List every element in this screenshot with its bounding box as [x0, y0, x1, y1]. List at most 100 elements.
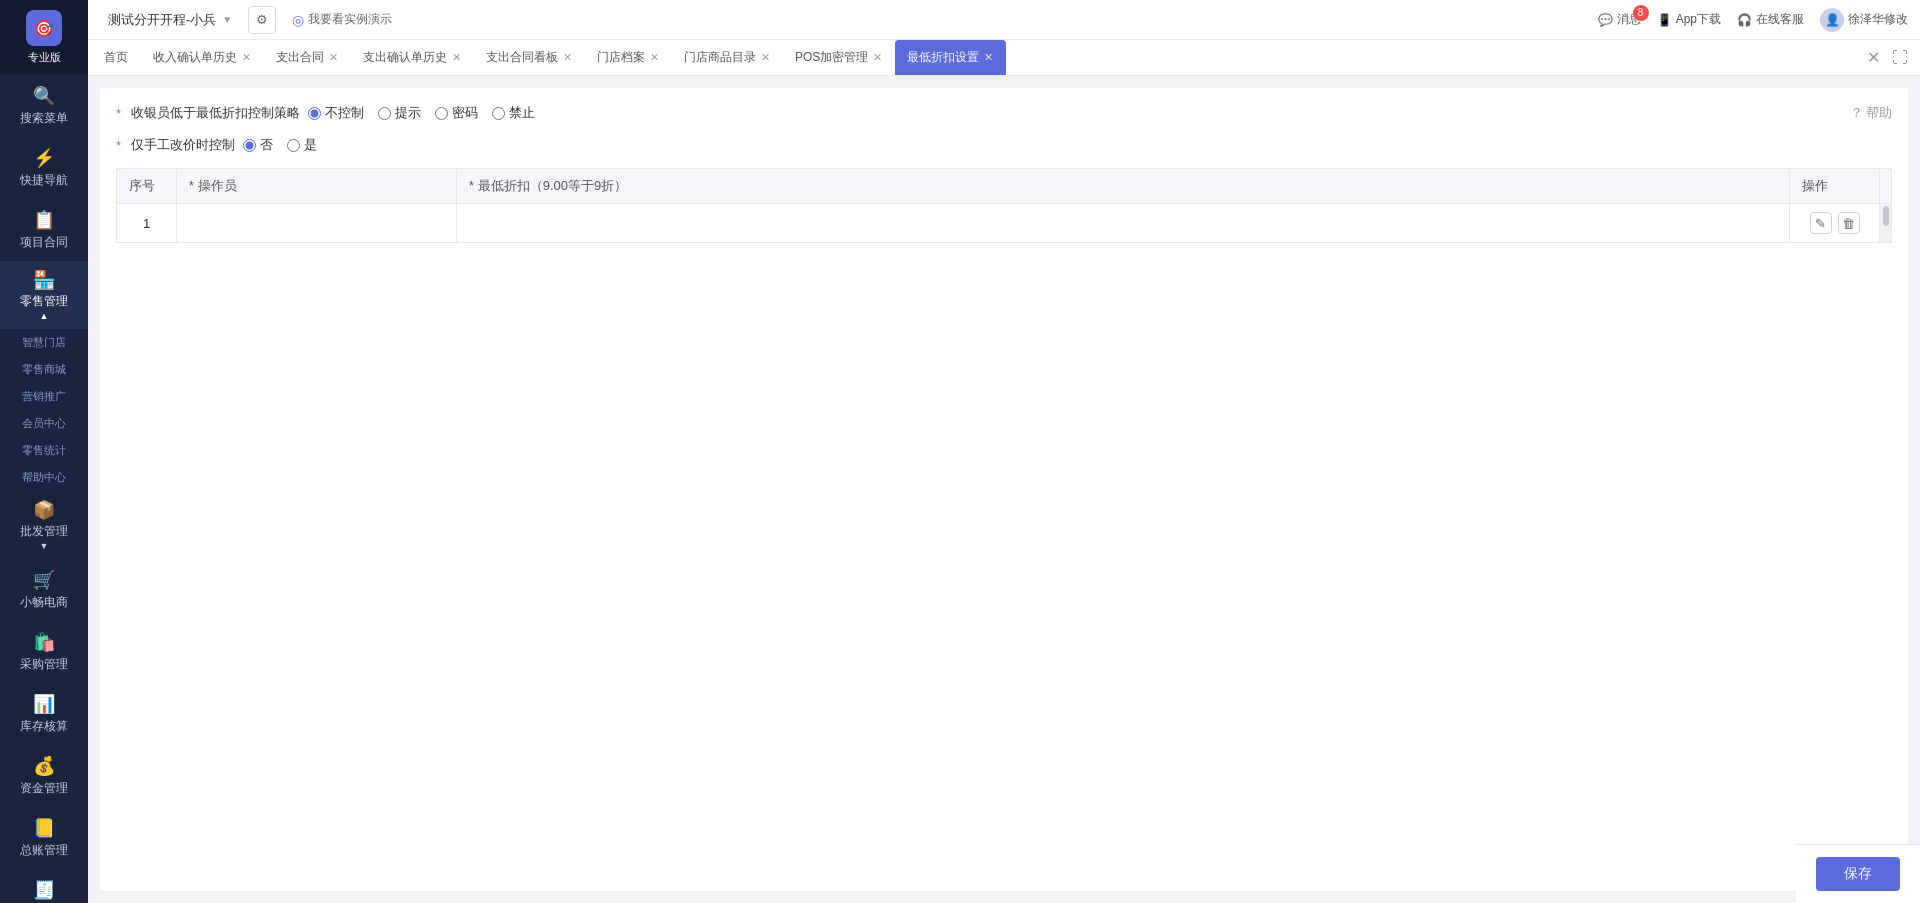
app-logo-icon: 🎯	[26, 10, 62, 46]
radio-no[interactable]: 否	[243, 136, 273, 154]
tabs-fullscreen-button[interactable]: ⛶	[1888, 47, 1912, 69]
page-panel: ？ 帮助 * 收银员低于最低折扣控制策略 不控制 提示	[100, 88, 1908, 891]
tab-close-icon[interactable]: ✕	[873, 51, 882, 64]
help-icon-button[interactable]: ？ 帮助	[1850, 104, 1892, 122]
project-name: 测试分开开程-小兵	[108, 11, 216, 29]
field2-radio-group: 否 是	[243, 136, 317, 154]
tab-payment-contract[interactable]: 支出合同 ✕	[264, 40, 351, 75]
tab-close-icon[interactable]: ✕	[452, 51, 461, 64]
scrollbar-thumb	[1883, 206, 1889, 226]
batch-mgmt-icon: 📦	[33, 499, 55, 521]
tab-income-confirm-history[interactable]: 收入确认单历史 ✕	[141, 40, 264, 75]
sidebar-item-label: 总账管理	[20, 842, 68, 859]
inventory-icon: 📊	[33, 693, 55, 715]
sidebar-item-label: 零售统计	[22, 443, 66, 458]
message-icon: 💬	[1598, 13, 1613, 27]
radio-hint[interactable]: 提示	[378, 104, 421, 122]
purchase-mgmt-icon: 🛍️	[33, 631, 55, 653]
sidebar-item-label: 智慧门店	[22, 335, 66, 350]
required-star: *	[116, 106, 121, 121]
edit-row-button[interactable]: ✎	[1810, 212, 1832, 234]
radio-forbid[interactable]: 禁止	[492, 104, 535, 122]
topbar-settings-button[interactable]: ⚙	[248, 6, 276, 34]
online-service-button[interactable]: 🎧 在线客服	[1737, 11, 1804, 28]
col-header-min-discount: * 最低折扣（9.00等于9折）	[457, 169, 1790, 204]
sidebar-item-retail-mgmt[interactable]: 🏪 零售管理 ▲	[0, 261, 88, 329]
sidebar-item-inventory[interactable]: 📊 库存核算	[0, 683, 88, 745]
demo-link[interactable]: ◎ 我要看实例演示	[292, 11, 392, 28]
radio-yes[interactable]: 是	[287, 136, 317, 154]
sidebar-item-help-center[interactable]: 帮助中心	[0, 464, 88, 491]
tab-store-product-catalog[interactable]: 门店商品目录 ✕	[672, 40, 783, 75]
sidebar-item-shortcut-nav[interactable]: ⚡ 快捷导航	[0, 137, 88, 199]
cell-operator[interactable]	[177, 204, 457, 243]
gear-icon: ⚙	[256, 12, 268, 27]
shortcut-nav-icon: ⚡	[33, 147, 55, 169]
main-area: 测试分开开程-小兵 ▼ ⚙ ◎ 我要看实例演示 💬 消息 8 📱 App下载 🎧…	[88, 0, 1920, 903]
tab-close-icon[interactable]: ✕	[242, 51, 251, 64]
sidebar-item-label: 批发管理	[20, 523, 68, 540]
cell-min-discount[interactable]	[457, 204, 1790, 243]
sidebar-item-search-menu[interactable]: 🔍 搜索菜单	[0, 75, 88, 137]
tab-pos-password-mgmt[interactable]: POS加密管理 ✕	[783, 40, 895, 75]
sidebar-item-purchase-mgmt[interactable]: 🛍️ 采购管理	[0, 621, 88, 683]
action-icons: ✎ 🗑	[1802, 212, 1867, 234]
sidebar-item-label: 小畅电商	[20, 594, 68, 611]
sidebar-item-smart-store[interactable]: 智慧门店	[0, 329, 88, 356]
tab-close-icon[interactable]: ✕	[984, 51, 993, 64]
message-button[interactable]: 💬 消息 8	[1598, 11, 1641, 28]
page-content: ？ 帮助 * 收银员低于最低折扣控制策略 不控制 提示	[88, 76, 1920, 903]
discount-table: 序号 * 操作员 * 最低折扣（9.00等于9折） 操作	[116, 168, 1892, 243]
save-button[interactable]: 保存	[1816, 857, 1900, 891]
tab-min-discount-settings[interactable]: 最低折扣设置 ✕	[895, 40, 1006, 75]
sidebar-item-batch-mgmt[interactable]: 📦 批发管理 ▼	[0, 491, 88, 559]
radio-password[interactable]: 密码	[435, 104, 478, 122]
app-download-button[interactable]: 📱 App下载	[1657, 11, 1721, 28]
sidebar-item-retail-mall[interactable]: 零售商城	[0, 356, 88, 383]
help-label: 帮助	[1866, 104, 1892, 122]
tab-label: 门店商品目录	[684, 49, 756, 66]
batch-mgmt-arrow: ▼	[40, 541, 49, 551]
funds-mgmt-icon: 💰	[33, 755, 55, 777]
tab-close-icon[interactable]: ✕	[563, 51, 572, 64]
cell-seq: 1	[117, 204, 177, 243]
app-download-icon: 📱	[1657, 13, 1672, 27]
sidebar-item-general-ledger[interactable]: 📒 总账管理	[0, 807, 88, 869]
form-row-cashier-policy: * 收银员低于最低折扣控制策略 不控制 提示 密码	[116, 104, 1892, 122]
sidebar-item-invoice-mgmt[interactable]: 🧾 发票管理	[0, 869, 88, 903]
sidebar-item-retail-stats[interactable]: 零售统计	[0, 437, 88, 464]
topbar-right: 💬 消息 8 📱 App下载 🎧 在线客服 👤 徐泽华修改	[1598, 8, 1908, 32]
sidebar-item-ecommerce[interactable]: 🛒 小畅电商	[0, 559, 88, 621]
retail-mgmt-arrow: ▲	[40, 311, 49, 321]
tab-label: 首页	[104, 49, 128, 66]
sidebar-item-funds-mgmt[interactable]: 💰 资金管理	[0, 745, 88, 807]
cell-action: ✎ 🗑	[1790, 204, 1880, 243]
user-avatar: 👤	[1820, 8, 1844, 32]
tab-home[interactable]: 首页	[92, 40, 141, 75]
app-download-label: App下载	[1676, 11, 1721, 28]
sidebar-item-label: 帮助中心	[22, 470, 66, 485]
tab-close-icon[interactable]: ✕	[650, 51, 659, 64]
message-badge: 8	[1633, 5, 1649, 21]
project-selector[interactable]: 测试分开开程-小兵 ▼	[100, 0, 240, 39]
delete-row-button[interactable]: 🗑	[1838, 212, 1860, 234]
tabs-close-all-button[interactable]: ✕	[1863, 46, 1884, 69]
user-button[interactable]: 👤 徐泽华修改	[1820, 8, 1908, 32]
sidebar-item-project-contract[interactable]: 📋 项目合同	[0, 199, 88, 261]
radio-nocontrol[interactable]: 不控制	[308, 104, 364, 122]
sidebar-item-member-center[interactable]: 会员中心	[0, 410, 88, 437]
field2-label: 仅手工改价时控制	[131, 136, 235, 154]
tab-close-icon[interactable]: ✕	[329, 51, 338, 64]
tab-payment-contract-board[interactable]: 支出合同看板 ✕	[474, 40, 585, 75]
table-row: 1 ✎ 🗑	[117, 204, 1892, 243]
demo-text: 我要看实例演示	[308, 11, 392, 28]
tab-store-profile[interactable]: 门店档案 ✕	[585, 40, 672, 75]
required-star: *	[116, 138, 121, 153]
tabs-actions: ✕ ⛶	[1863, 46, 1916, 69]
tab-close-icon[interactable]: ✕	[761, 51, 770, 64]
tab-payment-confirm-history[interactable]: 支出确认单历史 ✕	[351, 40, 474, 75]
radio-nocontrol-label: 不控制	[325, 104, 364, 122]
sidebar-item-label: 项目合同	[20, 234, 68, 251]
sidebar-item-label: 零售商城	[22, 362, 66, 377]
sidebar-item-marketing[interactable]: 营销推广	[0, 383, 88, 410]
